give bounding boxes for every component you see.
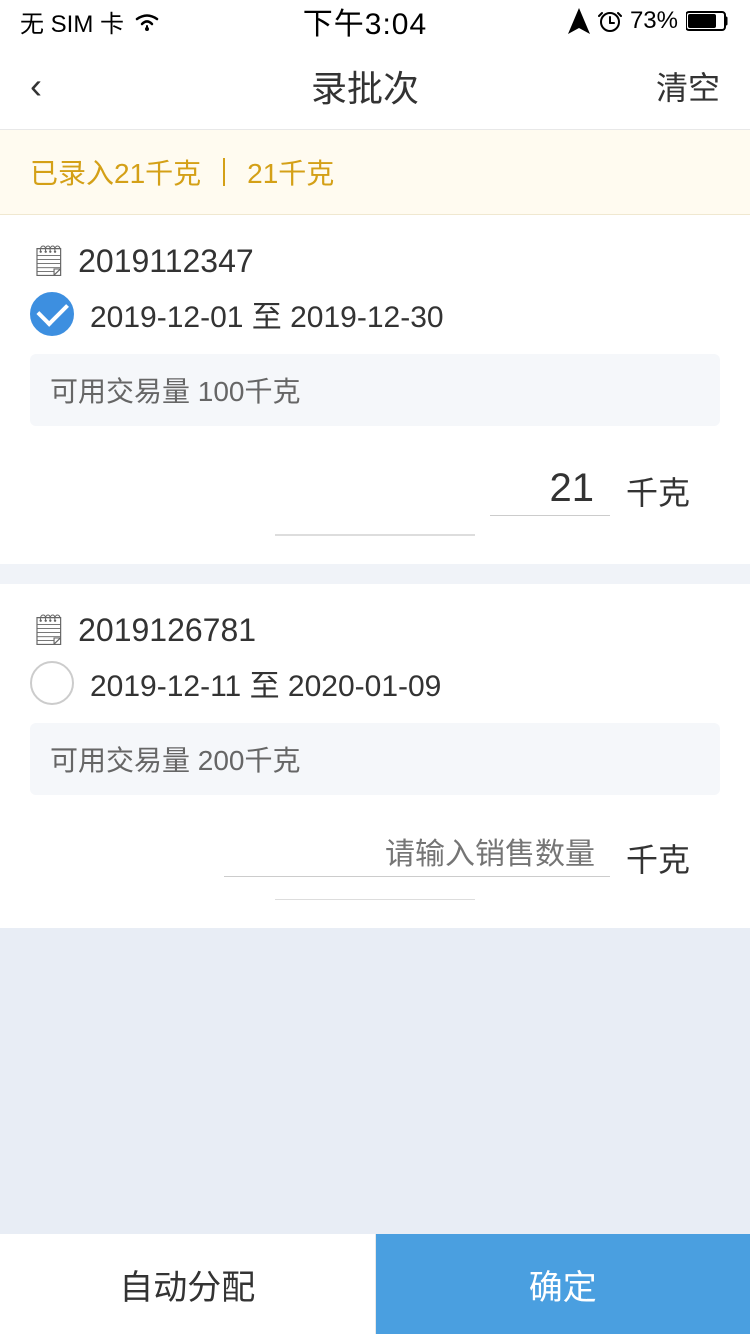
quantity-row-1: 21 千克 [30, 448, 720, 534]
input-unit-2: 千克 [626, 835, 690, 881]
battery-icon [686, 10, 730, 32]
divider-2 [275, 899, 475, 901]
status-bar: 无 SIM 卡 下午3:04 73% [0, 0, 750, 42]
input-underline-2[interactable] [224, 838, 610, 877]
batch-date-2: 2019-12-11 至 2020-01-09 [90, 661, 441, 705]
recorded-label: 已录入21千克 [30, 152, 201, 192]
bottom-bar: 自动分配 确定 [0, 1234, 750, 1334]
batch-date-row-1[interactable]: 2019-12-01 至 2019-12-30 [30, 292, 720, 336]
wifi-icon [132, 10, 162, 32]
auto-distribute-button[interactable]: 自动分配 [0, 1234, 376, 1334]
quantity-input-2[interactable] [224, 838, 610, 872]
info-banner: 已录入21千克 21千克 [0, 130, 750, 215]
batch-available-1: 可用交易量 100千克 [30, 354, 720, 426]
section-gap-1 [0, 564, 750, 584]
location-icon [568, 8, 590, 34]
nav-bar: ‹ 录批次 清空 [0, 42, 750, 130]
input-row-2[interactable]: 千克 [30, 817, 720, 899]
content-area: 🗒 2019112347 2019-12-01 至 2019-12-30 可用交… [0, 215, 750, 1319]
status-left: 无 SIM 卡 [20, 4, 162, 39]
back-button[interactable]: ‹ [30, 65, 90, 107]
alarm-icon [598, 9, 622, 33]
batch-item-2: 🗒 2019126781 2019-12-11 至 2020-01-09 可用交… [0, 584, 750, 929]
batch-header-2: 🗒 2019126781 [30, 612, 720, 649]
quantity-value-1: 21 [549, 466, 594, 510]
carrier-text: 无 SIM 卡 [20, 4, 124, 39]
recorded-value: 21千克 [247, 152, 334, 192]
batch-date-1: 2019-12-01 至 2019-12-30 [90, 292, 444, 336]
radio-checked-1[interactable] [30, 292, 74, 336]
quantity-unit-1: 千克 [626, 468, 690, 514]
batch-header-1: 🗒 2019112347 [30, 243, 720, 280]
banner-divider [223, 158, 225, 186]
divider-1 [275, 534, 475, 536]
battery-text: 73% [630, 7, 678, 35]
batch-available-2: 可用交易量 200千克 [30, 723, 720, 795]
batch-item-1: 🗒 2019112347 2019-12-01 至 2019-12-30 可用交… [0, 215, 750, 564]
batch-doc-icon-2: 🗒 [30, 613, 68, 648]
status-time: 下午3:04 [303, 0, 427, 43]
page-title: 录批次 [311, 60, 419, 112]
quantity-underline-1: 21 [490, 466, 610, 516]
batch-doc-icon-1: 🗒 [30, 244, 68, 279]
status-right: 73% [568, 7, 730, 35]
batch-id-2: 2019126781 [78, 612, 256, 649]
confirm-button[interactable]: 确定 [376, 1234, 750, 1334]
clear-button[interactable]: 清空 [640, 63, 720, 109]
radio-unchecked-2[interactable] [30, 661, 74, 705]
batch-date-row-2[interactable]: 2019-12-11 至 2020-01-09 [30, 661, 720, 705]
batch-id-1: 2019112347 [78, 243, 254, 280]
